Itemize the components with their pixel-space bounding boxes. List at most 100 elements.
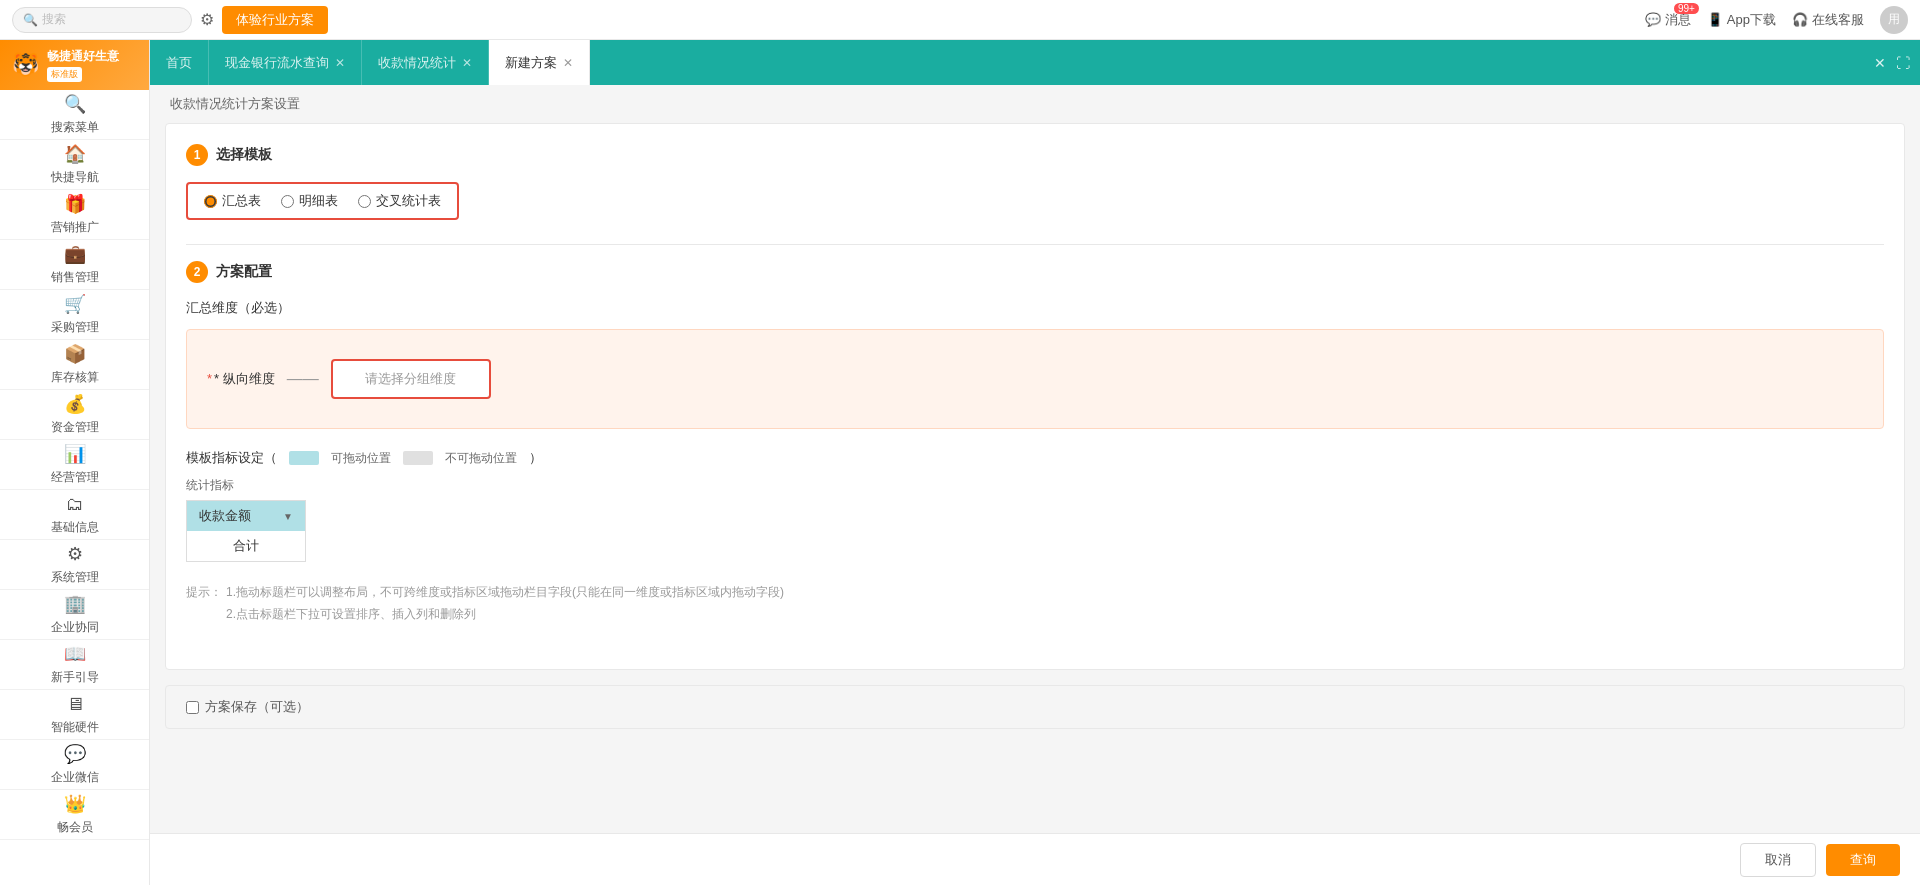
- save-option-row: 方案保存（可选）: [165, 685, 1905, 729]
- guide-icon: 📖: [64, 643, 86, 665]
- tip2-spacer: 提示：: [186, 604, 222, 626]
- sidebar-item-guide[interactable]: 📖 新手引导: [0, 640, 149, 690]
- radio-cross-input[interactable]: [358, 195, 371, 208]
- tab-bar: 首页 现金银行流水查询 ✕ 收款情况统计 ✕ 新建方案 ✕ ✕ ⛶: [150, 40, 1920, 85]
- radio-summary-input[interactable]: [204, 195, 217, 208]
- sidebar-item-marketing[interactable]: 🎁 营销推广: [0, 190, 149, 240]
- stats-table: 收款金额 ▼ 合计: [186, 500, 306, 562]
- sidebar-item-label: 采购管理: [51, 319, 99, 336]
- sidebar-item-quick-nav[interactable]: 🏠 快捷导航: [0, 140, 149, 190]
- maximize-button[interactable]: ⛶: [1896, 55, 1910, 71]
- sidebar-item-operation[interactable]: 📊 经营管理: [0, 440, 149, 490]
- stats-table-header[interactable]: 收款金额 ▼: [187, 501, 305, 531]
- sidebar-item-label: 经营管理: [51, 469, 99, 486]
- sidebar-item-inventory[interactable]: 📦 库存核算: [0, 340, 149, 390]
- tab-cashflow[interactable]: 现金银行流水查询 ✕: [209, 40, 362, 85]
- sidebar-item-label: 库存核算: [51, 369, 99, 386]
- sidebar-item-sales[interactable]: 💼 销售管理: [0, 240, 149, 290]
- operation-icon: 📊: [64, 443, 86, 465]
- avatar[interactable]: 用: [1880, 6, 1908, 34]
- step1-section: 1 选择模板 汇总表 明细表: [186, 144, 1884, 220]
- download-item[interactable]: 📱 App下载: [1707, 11, 1776, 29]
- page-content: 收款情况统计方案设置 1 选择模板 汇总表: [150, 85, 1920, 833]
- vertical-dimension-label: * 纵向维度: [207, 370, 275, 388]
- tab-collection-stat[interactable]: 收款情况统计 ✕: [362, 40, 489, 85]
- step1-header: 1 选择模板: [186, 144, 1884, 166]
- search-bar[interactable]: 🔍 搜索: [12, 7, 192, 33]
- metrics-section-label-prefix: 模板指标设定（: [186, 449, 277, 467]
- sidebar-item-search-menu[interactable]: 🔍 搜索菜单: [0, 90, 149, 140]
- radio-detail-input[interactable]: [281, 195, 294, 208]
- tab-new-plan[interactable]: 新建方案 ✕: [489, 40, 590, 85]
- sidebar-item-label: 企业协同: [51, 619, 99, 636]
- sidebar-item-finance[interactable]: 💰 资金管理: [0, 390, 149, 440]
- header-left: 🔍 搜索 ⚙ 体验行业方案: [12, 6, 328, 34]
- trial-button[interactable]: 体验行业方案: [222, 6, 328, 34]
- stats-header-text: 收款金额: [199, 507, 251, 525]
- tab-new-plan-label: 新建方案: [505, 54, 557, 72]
- logo-text: 畅捷通好生意: [47, 48, 119, 65]
- tab-new-plan-close-icon[interactable]: ✕: [563, 56, 573, 70]
- tab-collection-stat-close-icon[interactable]: ✕: [462, 56, 472, 70]
- search-placeholder-text: 搜索: [42, 11, 66, 28]
- step2-title: 方案配置: [216, 263, 272, 281]
- radio-cross[interactable]: 交叉统计表: [358, 192, 441, 210]
- cancel-button[interactable]: 取消: [1740, 843, 1816, 877]
- step1-number: 1: [186, 144, 208, 166]
- base-info-icon: 🗂: [66, 494, 84, 515]
- tips-section: 提示： 1.拖动标题栏可以调整布局，不可跨维度或指标区域拖动栏目字段(只能在同一…: [186, 582, 1884, 625]
- tab-home[interactable]: 首页: [150, 40, 209, 85]
- sidebar-item-member[interactable]: 👑 畅会员: [0, 790, 149, 840]
- dimension-select-box[interactable]: 请选择分组维度: [331, 359, 491, 399]
- sidebar-item-label: 基础信息: [51, 519, 99, 536]
- radio-cross-label: 交叉统计表: [376, 192, 441, 210]
- purchase-icon: 🛒: [64, 293, 86, 315]
- stats-total-text: 合计: [233, 538, 259, 553]
- radio-summary[interactable]: 汇总表: [204, 192, 261, 210]
- metrics-section-label-suffix: ）: [529, 449, 542, 467]
- sidebar-item-label: 企业微信: [51, 769, 99, 786]
- tip2-line: 提示： 2.点击标题栏下拉可设置排序、插入列和删除列: [186, 604, 1884, 626]
- dimension-area: * 纵向维度 —— 请选择分组维度: [186, 329, 1884, 429]
- sidebar-item-wechat[interactable]: 💬 企业微信: [0, 740, 149, 790]
- metrics-section: 模板指标设定（ 可拖动位置 不可拖动位置 ） 统计指标: [186, 449, 1884, 562]
- sidebar-item-label: 智能硬件: [51, 719, 99, 736]
- marketing-icon: 🎁: [64, 193, 86, 215]
- not-draggable-hint-text: 不可拖动位置: [445, 450, 517, 467]
- tips-title: 提示：: [186, 582, 222, 604]
- close-window-button[interactable]: ✕: [1874, 55, 1886, 71]
- step2-section: 2 方案配置 汇总维度（必选） * 纵向维度 —— 请选择分组维度: [186, 261, 1884, 625]
- gear-icon[interactable]: ⚙: [200, 10, 214, 29]
- bottom-action-bar: 取消 查询: [150, 833, 1920, 885]
- sidebar-item-label: 资金管理: [51, 419, 99, 436]
- sidebar-item-system[interactable]: ⚙ 系统管理: [0, 540, 149, 590]
- sidebar-item-label: 畅会员: [57, 819, 93, 836]
- dimension-section-label: 汇总维度（必选）: [186, 299, 1884, 317]
- quick-nav-icon: 🏠: [64, 143, 86, 165]
- message-item[interactable]: 💬 消息 99+: [1645, 11, 1691, 29]
- radio-summary-label: 汇总表: [222, 192, 261, 210]
- enterprise-icon: 🏢: [64, 593, 86, 615]
- sidebar-item-hardware[interactable]: 🖥 智能硬件: [0, 690, 149, 740]
- download-icon: 📱: [1707, 12, 1723, 27]
- sidebar-item-base-info[interactable]: 🗂 基础信息: [0, 490, 149, 540]
- search-menu-icon: 🔍: [64, 93, 86, 115]
- step2-number: 2: [186, 261, 208, 283]
- tab-cashflow-close-icon[interactable]: ✕: [335, 56, 345, 70]
- service-item[interactable]: 🎧 在线客服: [1792, 11, 1864, 29]
- sidebar-logo: 🐯 畅捷通好生意 标准版: [0, 40, 149, 90]
- finance-icon: 💰: [64, 393, 86, 415]
- app-header: 🔍 搜索 ⚙ 体验行业方案 💬 消息 99+ 📱 App下载 🎧 在线客服 用: [0, 0, 1920, 40]
- tab-bar-actions: ✕ ⛶: [1864, 40, 1920, 85]
- save-checkbox[interactable]: [186, 701, 199, 714]
- radio-detail[interactable]: 明细表: [281, 192, 338, 210]
- sidebar-item-purchase[interactable]: 🛒 采购管理: [0, 290, 149, 340]
- query-button[interactable]: 查询: [1826, 844, 1900, 876]
- sidebar-item-label: 销售管理: [51, 269, 99, 286]
- sidebar-item-label: 营销推广: [51, 219, 99, 236]
- stats-dropdown-arrow-icon: ▼: [283, 511, 293, 522]
- sidebar-item-enterprise[interactable]: 🏢 企业协同: [0, 590, 149, 640]
- inventory-icon: 📦: [64, 343, 86, 365]
- search-icon: 🔍: [23, 13, 38, 27]
- logo-badge: 标准版: [47, 67, 82, 82]
